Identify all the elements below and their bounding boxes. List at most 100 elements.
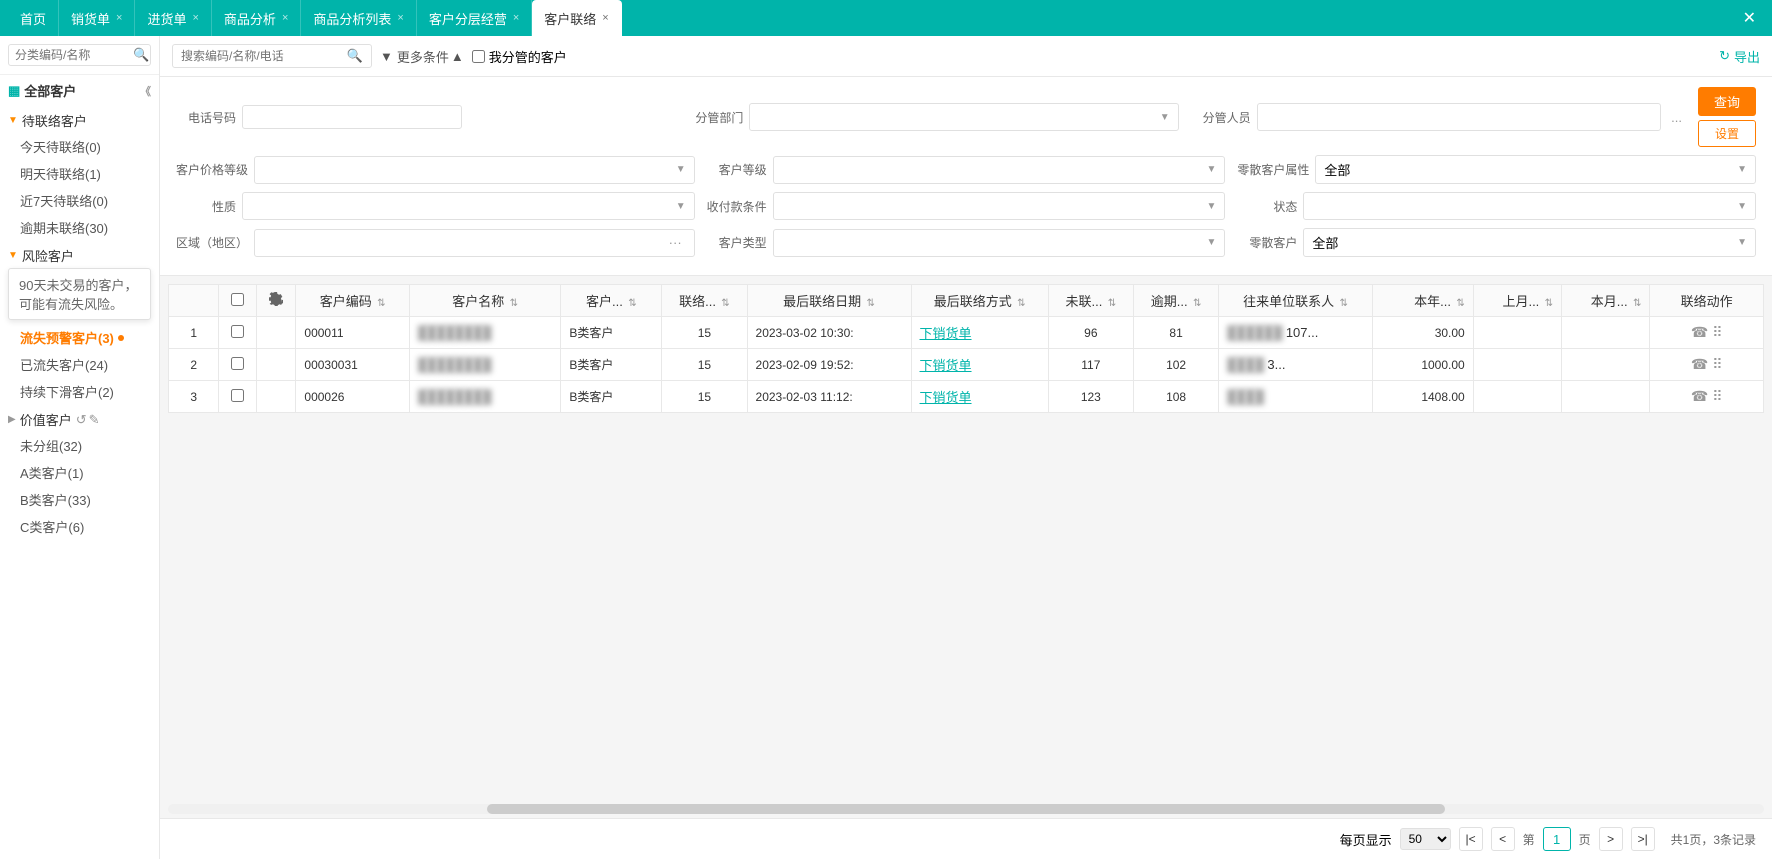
sidebar-item-b-class[interactable]: B类客户(33) [0,486,159,513]
next-page-btn[interactable]: > [1599,827,1623,851]
query-button[interactable]: 查询 [1698,87,1756,116]
sort-icon: ⇅ [628,298,636,309]
row-action: ☎ ⠿ [1650,349,1764,381]
col-thisyear-header[interactable]: 本年... ⇅ [1372,285,1473,317]
first-page-btn[interactable]: |< [1459,827,1483,851]
chevron-down-icon: ▼ [676,164,686,175]
close-icon[interactable]: × [513,12,519,24]
close-icon[interactable]: × [602,12,608,24]
refresh-icon[interactable]: ↺ [76,412,87,428]
horizontal-scrollbar[interactable] [168,804,1764,814]
search-icon[interactable]: 🔍 [347,48,363,64]
contact-icon[interactable]: ☎ [1691,356,1708,373]
prev-page-btn[interactable]: < [1491,827,1515,851]
sidebar-item-today[interactable]: 今天待联络(0) [0,133,159,160]
sidebar-item-declining[interactable]: 持续下滑客户(2) [0,378,159,405]
person-select[interactable] [1257,103,1661,131]
tab-sales-order[interactable]: 销货单 × [59,0,135,36]
sidebar-item-ungroup[interactable]: 未分组(32) [0,432,159,459]
col-code-header[interactable]: 客户编码 ⇅ [296,285,410,317]
close-icon[interactable]: × [397,12,403,24]
region-more-icon[interactable]: ··· [665,235,686,250]
tab-product-analysis[interactable]: 商品分析 × [212,0,301,36]
status-select[interactable]: ▼ [1303,192,1756,220]
sidebar-search-input[interactable] [8,44,151,66]
table-area: 客户编码 ⇅ 客户名称 ⇅ 客户... ⇅ 联络... [160,276,1772,804]
search-input[interactable] [181,49,347,63]
region-select[interactable]: ··· [254,229,695,257]
last-method-link[interactable]: 下销货单 [920,358,972,373]
tab-purchase-order[interactable]: 进货单 × [135,0,211,36]
customer-type-select[interactable]: ▼ [773,229,1226,257]
more-action-icon[interactable]: ⠿ [1712,388,1722,405]
col-name-header[interactable]: 客户名称 ⇅ [409,285,560,317]
row-checkbox[interactable] [231,325,244,338]
window-close-icon[interactable]: ✕ [1735,8,1764,28]
col-type-header[interactable]: 客户... ⇅ [561,285,662,317]
edit-icon[interactable]: ✎ [89,412,100,428]
tab-customer-tier[interactable]: 客户分层经营 × [417,0,532,36]
sidebar-collapse-icon[interactable]: 《 [140,83,151,99]
price-level-select[interactable]: ▼ [254,156,695,184]
close-icon[interactable]: × [192,12,198,24]
more-conditions-btn[interactable]: ▼ 更多条件 ▲ [380,47,464,66]
more-action-icon[interactable]: ⠿ [1712,324,1722,341]
last-method-link[interactable]: 下销货单 [920,326,972,341]
row-name: ████████ [409,381,560,413]
tab-customer-contact[interactable]: 客户联络 × [532,0,621,36]
col-overdue-header[interactable]: 逾期... ⇅ [1133,285,1218,317]
export-btn[interactable]: ↻ 导出 [1719,47,1760,66]
my-customers-checkbox[interactable] [472,50,485,63]
sidebar-all-customers[interactable]: ▦ 全部客户 《 [0,75,159,106]
sidebar-item-a-class[interactable]: A类客户(1) [0,459,159,486]
sidebar-item-overdue[interactable]: 逾期未联络(30) [0,214,159,241]
col-thismonth-header[interactable]: 本月... ⇅ [1562,285,1650,317]
person-more-icon[interactable]: ... [1667,110,1686,125]
close-icon[interactable]: × [282,12,288,24]
select-all-checkbox[interactable] [231,293,244,306]
nature-select[interactable]: ▼ [242,192,695,220]
table-row: 1 000011 ████████ B类客户 15 2023-03-02 10:… [169,317,1764,349]
chevron-down-icon: ▼ [1737,237,1747,248]
settings-button[interactable]: 设置 [1698,120,1756,147]
zero-attr-select[interactable]: 全部 ▼ [1315,155,1756,184]
dept-select[interactable]: ▼ [749,103,1178,131]
zero-customer-select[interactable]: 全部 ▼ [1303,228,1756,257]
last-page-btn[interactable]: >| [1631,827,1655,851]
sidebar-group-value[interactable]: ▶ 价值客户 ↺ ✎ [0,405,159,432]
tab-product-analysis-list[interactable]: 商品分析列表 × [301,0,416,36]
scrollbar-thumb[interactable] [487,804,1445,814]
col-lastmonth-header[interactable]: 上月... ⇅ [1473,285,1561,317]
col-date-header[interactable]: 最后联络日期 ⇅ [747,285,911,317]
chevron-down-icon: ▲ [451,49,464,64]
row-checkbox[interactable] [231,389,244,402]
tab-home[interactable]: 首页 [8,0,59,36]
sidebar-group-pending[interactable]: ▼ 待联络客户 [0,106,159,133]
sidebar-item-churned[interactable]: 已流失客户(24) [0,351,159,378]
sidebar-item-churn-warning[interactable]: 流失预警客户(3) [0,324,159,351]
per-page-select[interactable]: 50 100 200 [1400,828,1451,850]
sidebar-group-risk[interactable]: ▼ 风险客户 [0,241,159,268]
close-icon[interactable]: × [116,12,122,24]
sidebar-search-wrap: 🔍 [0,36,159,75]
payment-select[interactable]: ▼ [773,192,1226,220]
last-method-link[interactable]: 下销货单 [920,390,972,405]
row-person: ██████ 107... [1219,317,1373,349]
col-person-header[interactable]: 往来单位联系人 ⇅ [1219,285,1373,317]
contact-icon[interactable]: ☎ [1691,388,1708,405]
phone-input[interactable] [242,105,462,129]
sidebar-item-c-class[interactable]: C类客户(6) [0,513,159,540]
contact-icon[interactable]: ☎ [1691,324,1708,341]
filter-customer-level: 客户等级 ▼ [707,156,1226,184]
sidebar-item-7days[interactable]: 近7天待联络(0) [0,187,159,214]
col-unlinked-header[interactable]: 未联... ⇅ [1048,285,1133,317]
row-num: 2 [169,349,219,381]
more-action-icon[interactable]: ⠿ [1712,356,1722,373]
row-checkbox[interactable] [231,357,244,370]
col-settings-header[interactable] [257,285,296,317]
row-last-date: 2023-02-03 11:12: [747,381,911,413]
customer-level-select[interactable]: ▼ [773,156,1226,184]
sidebar-item-tomorrow[interactable]: 明天待联络(1) [0,160,159,187]
col-method-header[interactable]: 最后联络方式 ⇅ [911,285,1048,317]
col-contact-header[interactable]: 联络... ⇅ [662,285,747,317]
